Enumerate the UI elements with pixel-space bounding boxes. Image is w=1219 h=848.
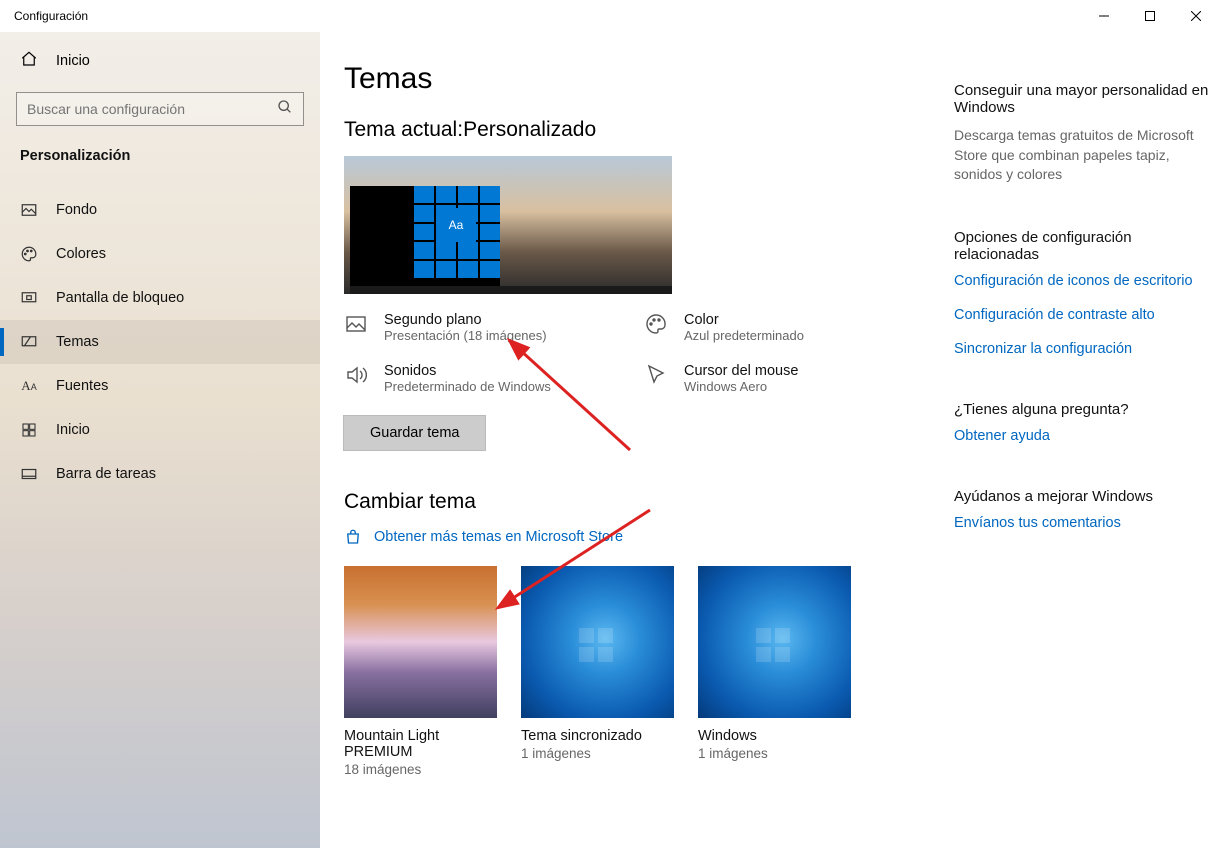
quick-desc: Predeterminado de Windows xyxy=(384,379,551,394)
quick-title: Sonidos xyxy=(384,363,551,379)
theme-sub: 1 imágenes xyxy=(521,746,674,761)
window-title: Configuración xyxy=(14,9,88,23)
theme-thumbnail xyxy=(521,566,674,718)
sound-icon xyxy=(344,363,368,387)
theme-card-mountain[interactable]: Mountain Light PREMIUM 18 imágenes xyxy=(344,566,497,777)
quick-desc: Windows Aero xyxy=(684,379,798,394)
sidebar-item-pantalla-bloqueo[interactable]: Pantalla de bloqueo xyxy=(0,276,320,320)
feedback-link[interactable]: Envíanos tus comentarios xyxy=(954,515,1214,531)
theme-thumbnail xyxy=(344,566,497,718)
question-heading: ¿Tienes alguna pregunta? xyxy=(954,401,1214,418)
page-title: Temas xyxy=(344,62,924,96)
nav-label: Fondo xyxy=(56,202,97,218)
change-theme-heading: Cambiar tema xyxy=(344,490,924,514)
personality-desc: Descarga temas gratuitos de Microsoft St… xyxy=(954,126,1214,185)
start-icon xyxy=(20,421,38,439)
current-theme-heading: Tema actual:Personalizado xyxy=(344,118,924,142)
palette-icon xyxy=(20,245,38,263)
home-label: Inicio xyxy=(56,53,90,69)
theme-card-windows[interactable]: Windows 1 imágenes xyxy=(698,566,851,777)
quick-background[interactable]: Segundo plano Presentación (18 imágenes) xyxy=(344,312,624,343)
quick-title: Segundo plano xyxy=(384,312,547,328)
sidebar: Inicio Personalización Fondo Colores xyxy=(0,32,320,848)
quick-sounds[interactable]: Sonidos Predeterminado de Windows xyxy=(344,363,624,394)
quick-desc: Azul predeterminado xyxy=(684,328,804,343)
nav-label: Fuentes xyxy=(56,378,108,394)
search-input[interactable] xyxy=(27,101,277,117)
theme-sub: 1 imágenes xyxy=(698,746,851,761)
sidebar-item-colores[interactable]: Colores xyxy=(0,232,320,276)
sidebar-item-temas[interactable]: Temas xyxy=(0,320,320,364)
section-label: Personalización xyxy=(0,138,320,174)
titlebar: Configuración xyxy=(0,0,1219,32)
get-help-link[interactable]: Obtener ayuda xyxy=(954,428,1214,444)
theme-name: Tema sincronizado xyxy=(521,728,674,744)
close-button[interactable] xyxy=(1173,0,1219,32)
home-icon xyxy=(20,50,38,72)
related-link-desktop-icons[interactable]: Configuración de iconos de escritorio xyxy=(954,273,1214,289)
sidebar-item-fuentes[interactable]: AA Fuentes xyxy=(0,364,320,408)
palette-icon xyxy=(644,312,668,336)
themes-icon xyxy=(20,333,38,351)
sidebar-item-fondo[interactable]: Fondo xyxy=(0,188,320,232)
quick-desc: Presentación (18 imágenes) xyxy=(384,328,547,343)
improve-heading: Ayúdanos a mejorar Windows xyxy=(954,488,1214,505)
personality-heading: Conseguir una mayor personalidad en Wind… xyxy=(954,82,1214,116)
theme-preview[interactable]: Aa xyxy=(344,156,672,294)
theme-name: Mountain Light PREMIUM xyxy=(344,728,497,760)
maximize-button[interactable] xyxy=(1127,0,1173,32)
nav-label: Barra de tareas xyxy=(56,466,156,482)
theme-thumbnail xyxy=(698,566,851,718)
quick-cursor[interactable]: Cursor del mouse Windows Aero xyxy=(644,363,924,394)
related-link-high-contrast[interactable]: Configuración de contraste alto xyxy=(954,307,1214,323)
save-theme-button[interactable]: Guardar tema xyxy=(344,416,485,450)
sidebar-item-inicio[interactable]: Inicio xyxy=(0,408,320,452)
nav-label: Colores xyxy=(56,246,106,262)
preview-tile-aa: Aa xyxy=(436,208,476,242)
minimize-button[interactable] xyxy=(1081,0,1127,32)
sidebar-item-barra-tareas[interactable]: Barra de tareas xyxy=(0,452,320,496)
picture-icon xyxy=(344,312,368,336)
theme-card-synced[interactable]: Tema sincronizado 1 imágenes xyxy=(521,566,674,777)
related-heading: Opciones de configuración relacionadas xyxy=(954,229,1214,263)
quick-title: Color xyxy=(684,312,804,328)
store-icon xyxy=(344,528,362,546)
quick-title: Cursor del mouse xyxy=(684,363,798,379)
fonts-icon: AA xyxy=(20,377,38,395)
theme-sub: 18 imágenes xyxy=(344,762,497,777)
home-nav[interactable]: Inicio xyxy=(0,40,320,82)
nav-label: Pantalla de bloqueo xyxy=(56,290,184,306)
nav-label: Inicio xyxy=(56,422,90,438)
nav-label: Temas xyxy=(56,334,99,350)
picture-icon xyxy=(20,201,38,219)
store-link[interactable]: Obtener más temas en Microsoft Store xyxy=(374,529,623,545)
theme-name: Windows xyxy=(698,728,851,744)
taskbar-icon xyxy=(20,465,38,483)
lockscreen-icon xyxy=(20,289,38,307)
quick-color[interactable]: Color Azul predeterminado xyxy=(644,312,924,343)
cursor-icon xyxy=(644,363,668,387)
related-link-sync[interactable]: Sincronizar la configuración xyxy=(954,341,1214,357)
search-icon xyxy=(277,99,293,120)
search-box[interactable] xyxy=(16,92,304,126)
